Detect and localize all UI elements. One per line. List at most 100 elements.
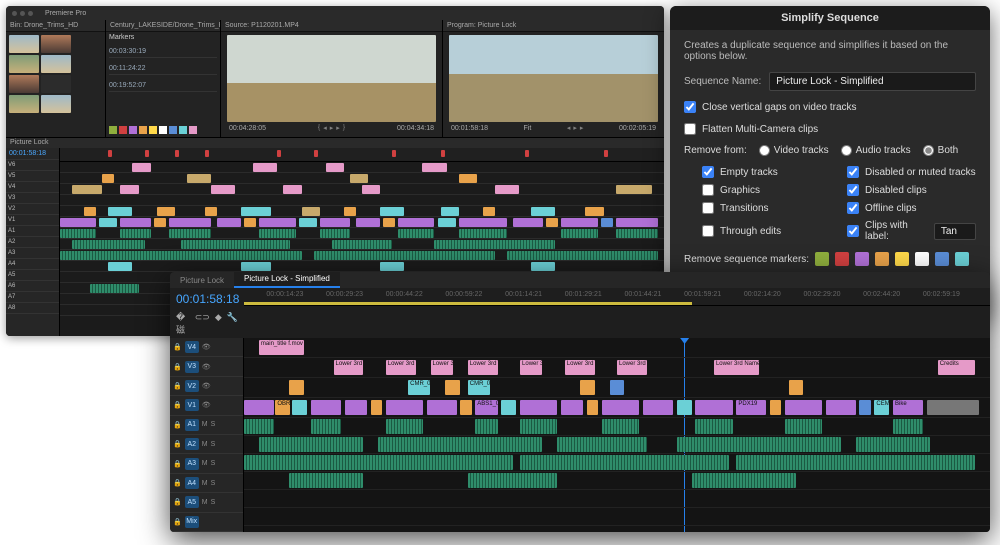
flatten-mcam-checkbox[interactable] [684,123,696,135]
video-clip[interactable] [695,400,732,415]
video-clip[interactable] [643,400,673,415]
time-ruler[interactable]: 00:00:14:23 00:00:29:23 00:00:44:22 00:0… [244,288,990,306]
program-transport[interactable]: 00:01:58:18 Fit ◂ ▸ ▸ 00:02:05:19 [449,122,658,134]
video-clip[interactable]: Lower 3rd Name [520,360,542,375]
audio-clip[interactable] [468,473,558,488]
video-clip[interactable] [859,400,870,415]
disabled-muted-checkbox[interactable] [847,166,859,178]
marker-color-swatch[interactable] [835,252,849,266]
audio-clip[interactable] [736,455,975,470]
video-clip[interactable]: OBRC_022 [275,400,290,415]
video-clip[interactable]: Bike [893,400,923,415]
audio-clip[interactable] [244,455,513,470]
audio-clip[interactable] [378,437,542,452]
video-clip[interactable] [345,400,367,415]
marker-icon[interactable]: ◆ [215,312,222,336]
audio-clip[interactable] [289,473,364,488]
play-icon[interactable]: ▸ [330,124,334,132]
swatch[interactable] [149,126,157,134]
link-icon[interactable]: ⊂⊃ [195,312,210,336]
program-preview[interactable] [449,35,658,122]
video-clip[interactable] [371,400,382,415]
window-controls[interactable] [12,11,33,16]
video-clip[interactable] [445,380,460,395]
remove-from-video-radio[interactable] [759,145,770,156]
clip-thumb[interactable] [9,95,39,113]
remove-from-audio-radio[interactable] [841,145,852,156]
tab-picture-lock[interactable]: Picture Lock [170,273,234,288]
swatch[interactable] [139,126,147,134]
tab-simplified[interactable]: Picture Lock - Simplified [234,272,340,288]
video-clip[interactable] [501,400,516,415]
video-clip[interactable] [580,380,595,395]
swatch[interactable] [159,126,167,134]
video-clip[interactable]: Lower 3rd Name [617,360,647,375]
marker-color-swatch[interactable] [815,252,829,266]
wrench-icon[interactable]: 🔧 [227,312,238,336]
disabled-clips-checkbox[interactable] [847,184,859,196]
track-headers[interactable]: 00:01:58:18 V6 V5 V4 V3 V2 V1 A1 A2 A3 A… [6,148,60,336]
step-fwd-icon[interactable]: ▸ [336,124,340,132]
clip-thumb[interactable] [41,55,71,73]
source-preview[interactable] [227,35,436,122]
video-clip[interactable]: Lower 3rd Name [468,360,498,375]
video-clip[interactable] [561,400,583,415]
project-bin-panel[interactable]: Bin: Drone_Trims_HD [6,20,106,137]
video-clip[interactable] [789,380,804,395]
video-clip[interactable] [602,400,639,415]
audio-clip[interactable] [677,437,841,452]
video-clip[interactable]: PDX19 [736,400,766,415]
marker-color-swatch[interactable] [855,252,869,266]
sequence-name-input[interactable] [769,72,976,91]
video-clip[interactable] [289,380,304,395]
video-clip[interactable]: Lower 3rd Name [431,360,453,375]
audio-clip[interactable] [785,419,822,434]
marker-color-swatch[interactable] [895,252,909,266]
video-clip[interactable] [785,400,822,415]
video-clip[interactable]: CMR_02 [468,380,490,395]
audio-clip[interactable] [692,473,796,488]
video-clip[interactable] [677,400,692,415]
sequence-tab[interactable]: Picture Lock [6,138,664,148]
marker-color-swatch[interactable] [955,252,969,266]
snap-icon[interactable]: �磁 [176,312,190,336]
video-clip[interactable]: Credits [938,360,975,375]
timeline-tabs[interactable]: Picture Lock Picture Lock - Simplified [170,272,990,288]
marker-color-swatch[interactable] [915,252,929,266]
bin-thumbnails[interactable] [6,32,105,137]
step-back-icon[interactable]: ◂ [567,124,571,132]
video-clip[interactable] [927,400,979,415]
marker-color-swatch[interactable] [935,252,949,266]
step-fwd-icon[interactable]: ▸ [580,124,584,132]
fit-label[interactable]: Fit [524,125,532,132]
track-canvas[interactable]: main_title f.mov Lower 3rd Name Lower 3r… [244,338,990,532]
mark-out-icon[interactable]: } [343,124,345,132]
graphics-checkbox[interactable] [702,184,714,196]
audio-clip[interactable] [311,419,341,434]
marker-color-swatch[interactable] [875,252,889,266]
marker-row[interactable]: 00:03:30:19 [109,46,217,58]
audio-clip[interactable] [557,437,647,452]
markers-panel[interactable]: Century_LAKESIDE/Drone_Trims_HD Markers … [106,20,221,137]
marker-row[interactable]: 00:19:52:07 [109,80,217,92]
video-clip[interactable] [311,400,341,415]
audio-clip[interactable] [386,419,423,434]
video-clip[interactable]: Lower 3rd Name [386,360,416,375]
program-monitor[interactable]: Program: Picture Lock 00:01:58:18 Fit ◂ … [443,20,664,137]
video-clip[interactable] [610,380,625,395]
audio-clip[interactable] [695,419,732,434]
audio-clip[interactable] [520,419,557,434]
audio-clip[interactable] [259,437,363,452]
clips-with-label-checkbox[interactable] [847,225,859,237]
transitions-checkbox[interactable] [702,202,714,214]
track-headers[interactable]: 🔒V4👁 🔒V3👁 🔒V2👁 🔒V1👁 🔒A1MS 🔒A2MS 🔒A3MS 🔒A… [170,338,244,532]
swatch[interactable] [119,126,127,134]
audio-clip[interactable] [856,437,931,452]
source-monitor[interactable]: Source: P1120201.MP4 00:04:28:05 { ◂ ▸ ▸… [221,20,443,137]
play-icon[interactable]: ▸ [573,124,577,132]
audio-clip[interactable] [244,419,274,434]
swatch[interactable] [189,126,197,134]
video-clip[interactable] [460,400,471,415]
clip-thumb[interactable] [41,35,71,53]
step-back-icon[interactable]: ◂ [323,124,327,132]
